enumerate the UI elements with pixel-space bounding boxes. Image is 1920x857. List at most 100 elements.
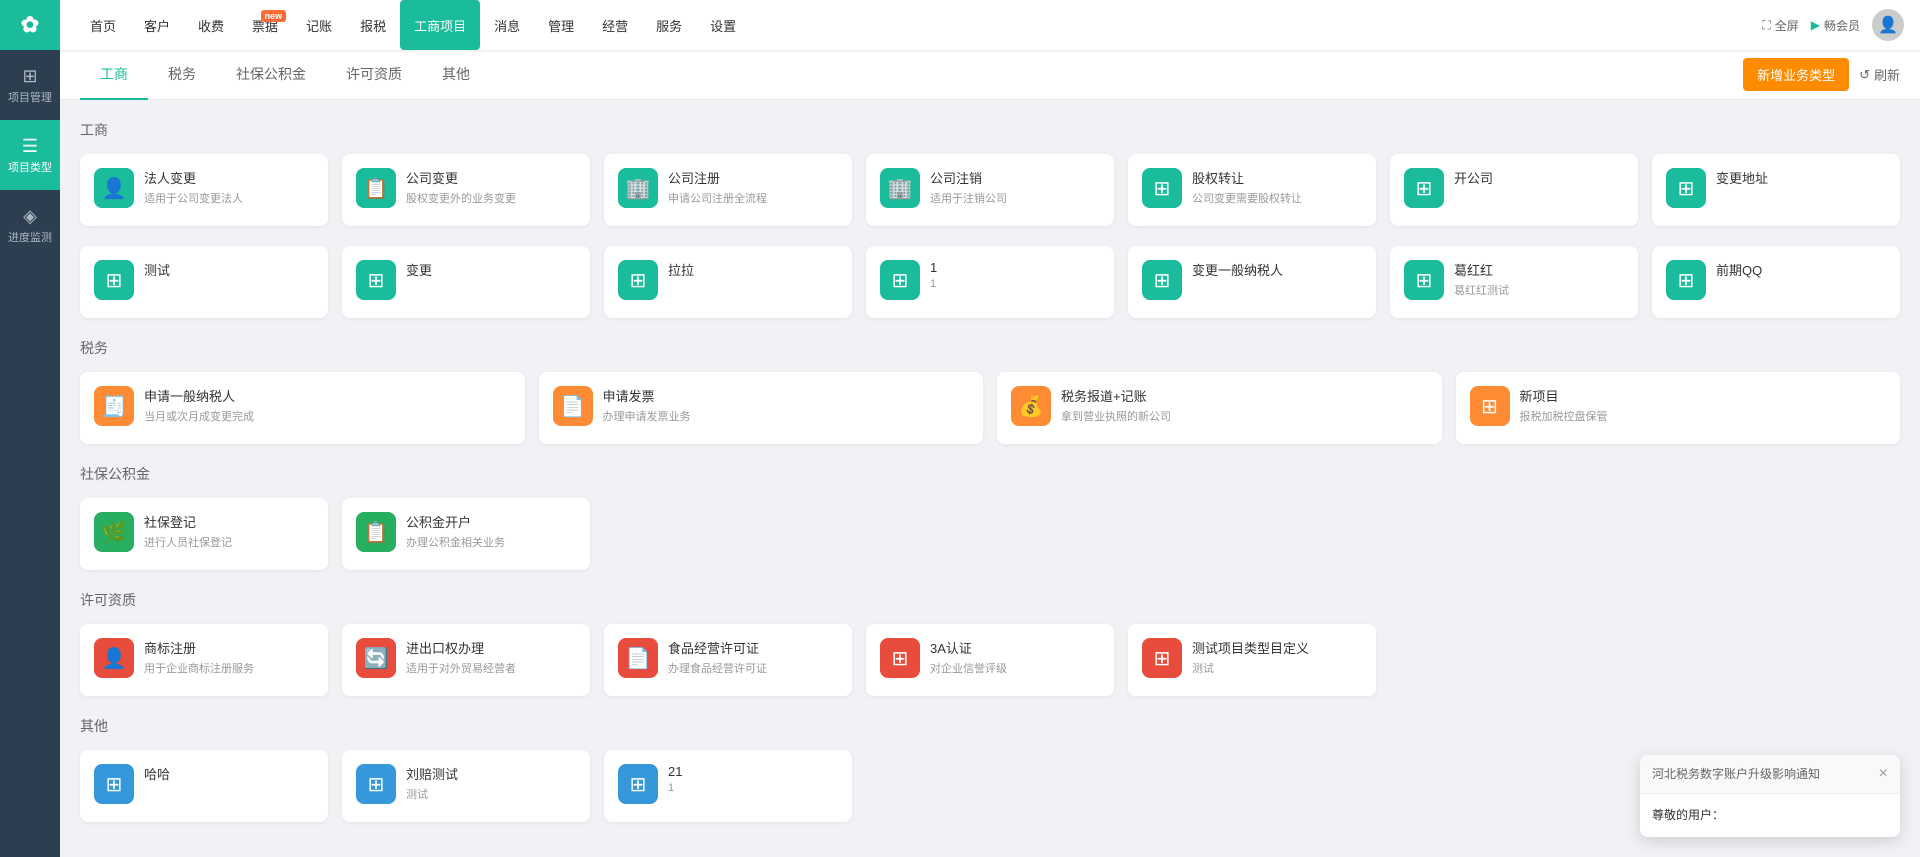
card-company-change[interactable]: 📋 公司变更 股权变更外的业务变更 <box>342 154 590 226</box>
notification-title: 河北税务数字账户升级影响通知 <box>1652 765 1820 782</box>
card-title: 食品经营许可证 <box>668 638 838 657</box>
card-change[interactable]: ⊞ 变更 <box>342 246 590 318</box>
card-title: 21 <box>668 764 838 779</box>
nav-tax[interactable]: 报税 <box>346 0 400 50</box>
card-desc: 适用于注销公司 <box>930 190 1100 206</box>
content-area: 工商 税务 社保公积金 许可资质 其他 新增业务类型 ↺ 刷新 工商 👤 <box>60 50 1920 857</box>
nav-service[interactable]: 服务 <box>642 0 696 50</box>
card-test-type[interactable]: ⊞ 测试项目类型目定义 测试 <box>1128 624 1376 696</box>
notification-close-btn[interactable]: × <box>1879 765 1888 783</box>
subtabs: 工商 税务 社保公积金 许可资质 其他 新增业务类型 ↺ 刷新 <box>60 50 1920 100</box>
nav-industrial[interactable]: 工商项目 <box>400 0 480 50</box>
card-desc: 适用于对外贸易经营者 <box>406 660 576 676</box>
card-title: 社保登记 <box>144 512 314 531</box>
card-icon-apply-taxpayer: 🧾 <box>94 386 134 426</box>
card-desc: 股权变更外的业务变更 <box>406 190 576 206</box>
tab-license[interactable]: 许可资质 <box>326 50 422 100</box>
card-one[interactable]: ⊞ 1 1 <box>866 246 1114 318</box>
card-icon-test-type: ⊞ <box>1142 638 1182 678</box>
card-lala[interactable]: ⊞ 拉拉 <box>604 246 852 318</box>
fullscreen-icon: ⛶ <box>1762 18 1770 33</box>
nav-customer[interactable]: 客户 <box>130 0 184 50</box>
card-desc: 办理申请发票业务 <box>603 408 970 424</box>
card-twenty-one[interactable]: ⊞ 21 1 <box>604 750 852 822</box>
card-title: 申请一般纳税人 <box>144 386 511 405</box>
nav-message[interactable]: 消息 <box>480 0 534 50</box>
card-liu-pei-test[interactable]: ⊞ 刘赔测试 测试 <box>342 750 590 822</box>
section-title-other: 其他 <box>80 716 1900 736</box>
main-area: 首页 客户 收费 票据 new 记账 报税 工商项目 消息 管理 经营 服务 设… <box>60 0 1920 857</box>
new-type-button[interactable]: 新增业务类型 <box>1743 58 1849 91</box>
tab-social-fund[interactable]: 社保公积金 <box>216 50 326 100</box>
card-desc: 公司变更需要股权转让 <box>1192 190 1362 206</box>
progress-monitor-icon: ◈ <box>18 204 42 228</box>
card-icon-social-register: 🌿 <box>94 512 134 552</box>
card-open-company[interactable]: ⊞ 开公司 <box>1390 154 1638 226</box>
card-change-taxpayer[interactable]: ⊞ 变更一般纳税人 <box>1128 246 1376 318</box>
card-title: 公司注册 <box>668 168 838 187</box>
card-test[interactable]: ⊞ 测试 <box>80 246 328 318</box>
card-icon-apply-invoice: 📄 <box>553 386 593 426</box>
card-company-register[interactable]: 🏢 公司注册 申请公司注册全流程 <box>604 154 852 226</box>
card-import-export[interactable]: 🔄 进出口权办理 适用于对外贸易经营者 <box>342 624 590 696</box>
topnav-items: 首页 客户 收费 票据 new 记账 报税 工商项目 消息 管理 经营 服务 设… <box>76 0 1762 50</box>
avatar[interactable]: 👤 <box>1872 9 1904 41</box>
refresh-icon: ↺ <box>1859 67 1870 83</box>
logo-icon: ✿ <box>21 12 39 38</box>
card-3a-cert[interactable]: ⊞ 3A认证 对企业信誉评级 <box>866 624 1114 696</box>
nav-invoice[interactable]: 票据 new <box>238 0 292 50</box>
nav-bookkeeping[interactable]: 记账 <box>292 0 346 50</box>
card-desc: 进行人员社保登记 <box>144 534 314 550</box>
tab-other[interactable]: 其他 <box>422 50 490 100</box>
card-qianqi-qq[interactable]: ⊞ 前期QQ <box>1652 246 1900 318</box>
card-fund-open[interactable]: 📋 公积金开户 办理公积金相关业务 <box>342 498 590 570</box>
card-new-project[interactable]: ⊞ 新项目 报税加税控盘保管 <box>1456 372 1901 444</box>
nav-settings[interactable]: 设置 <box>696 0 750 50</box>
sidebar-item-project-mgmt[interactable]: ⊞ 项目管理 <box>0 50 60 120</box>
card-desc: 对企业信誉评级 <box>930 660 1100 676</box>
card-trademark[interactable]: 👤 商标注册 用于企业商标注册服务 <box>80 624 328 696</box>
refresh-button[interactable]: ↺ 刷新 <box>1859 65 1900 84</box>
card-title: 测试项目类型目定义 <box>1192 638 1362 657</box>
card-title: 公司注销 <box>930 168 1100 187</box>
card-apply-invoice[interactable]: 📄 申请发票 办理申请发票业务 <box>539 372 984 444</box>
tax-cards: 🧾 申请一般纳税人 当月或次月成变更完成 📄 申请发票 办理申请发票业务 💰 <box>80 372 1900 444</box>
card-gehonghong[interactable]: ⊞ 葛红红 葛红红测试 <box>1390 246 1638 318</box>
card-apply-taxpayer[interactable]: 🧾 申请一般纳税人 当月或次月成变更完成 <box>80 372 525 444</box>
card-desc: 1 <box>668 782 838 794</box>
card-company-cancel[interactable]: 🏢 公司注销 适用于注销公司 <box>866 154 1114 226</box>
section-title-tax: 税务 <box>80 338 1900 358</box>
card-title: 股权转让 <box>1192 168 1362 187</box>
card-desc: 申请公司注册全流程 <box>668 190 838 206</box>
nav-operation[interactable]: 经营 <box>588 0 642 50</box>
notification-popup: 河北税务数字账户升级影响通知 × 尊敬的用户： <box>1640 755 1900 837</box>
nav-home[interactable]: 首页 <box>76 0 130 50</box>
card-icon-legal-change: 👤 <box>94 168 134 208</box>
avatar-icon: 👤 <box>1878 15 1898 35</box>
tab-tax[interactable]: 税务 <box>148 50 216 100</box>
card-legal-change[interactable]: 👤 法人变更 适用于公司变更法人 <box>80 154 328 226</box>
member-btn[interactable]: ▶ 畅会员 <box>1811 17 1860 34</box>
nav-management[interactable]: 管理 <box>534 0 588 50</box>
sidebar-item-project-type[interactable]: ☰ 项目类型 <box>0 120 60 190</box>
sidebar-item-progress-monitor[interactable]: ◈ 进度监测 <box>0 190 60 260</box>
tab-industrial[interactable]: 工商 <box>80 50 148 100</box>
card-desc: 1 <box>930 278 1100 290</box>
card-tax-report-booking[interactable]: 💰 税务报道+记账 拿到营业执照的新公司 <box>997 372 1442 444</box>
card-desc: 报税加税控盘保管 <box>1520 408 1887 424</box>
card-social-register[interactable]: 🌿 社保登记 进行人员社保登记 <box>80 498 328 570</box>
card-title: 刘赔测试 <box>406 764 576 783</box>
fullscreen-btn[interactable]: ⛶ 全屏 <box>1762 17 1798 34</box>
section-title-license: 许可资质 <box>80 590 1900 610</box>
card-haha[interactable]: ⊞ 哈哈 <box>80 750 328 822</box>
sidebar-item-label: 进度监测 <box>8 232 52 245</box>
nav-billing[interactable]: 收费 <box>184 0 238 50</box>
card-food-license[interactable]: 📄 食品经营许可证 办理食品经营许可证 <box>604 624 852 696</box>
industrial-cards-row2: ⊞ 测试 ⊞ 变更 ⊞ 拉拉 <box>80 246 1900 318</box>
card-desc: 测试 <box>406 786 576 802</box>
card-change-address[interactable]: ⊞ 变更地址 <box>1652 154 1900 226</box>
card-icon-open-company: ⊞ <box>1404 168 1444 208</box>
section-title-social: 社保公积金 <box>80 464 1900 484</box>
card-equity-transfer[interactable]: ⊞ 股权转让 公司变更需要股权转让 <box>1128 154 1376 226</box>
card-desc: 测试 <box>1192 660 1362 676</box>
